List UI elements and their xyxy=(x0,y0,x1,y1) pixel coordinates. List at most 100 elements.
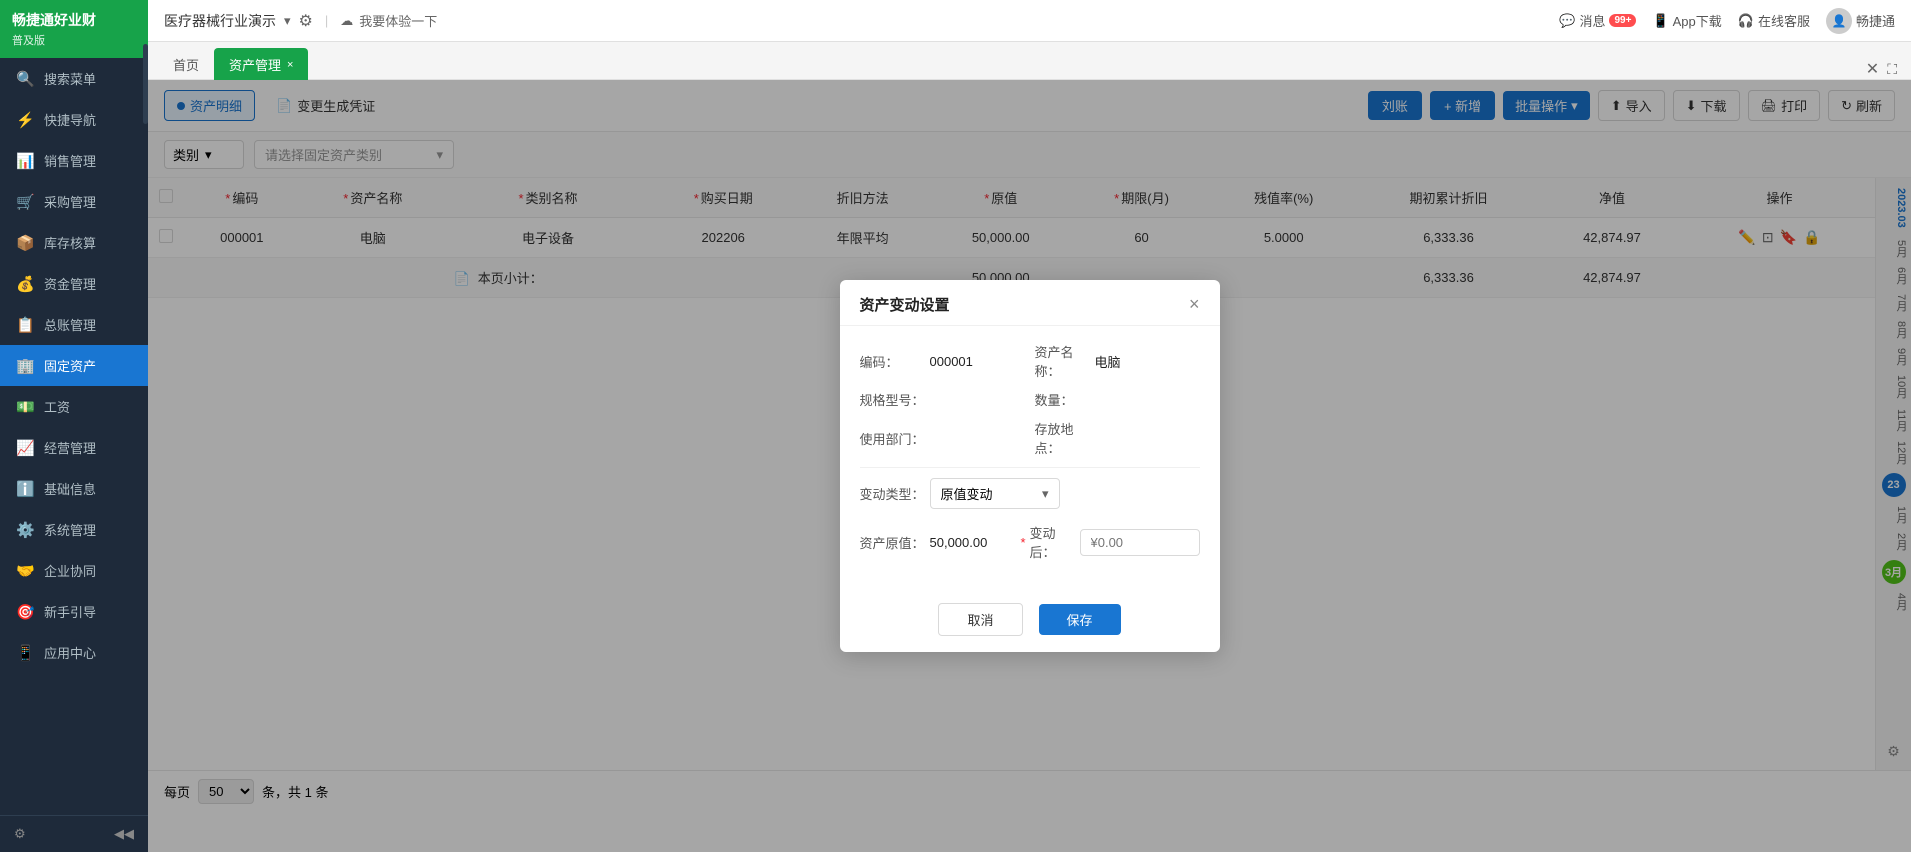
user-profile[interactable]: 👤 畅捷通 xyxy=(1826,8,1895,34)
tab-asset-management[interactable]: 资产管理 × xyxy=(214,48,308,80)
search-icon: 🔍 xyxy=(16,70,34,88)
tab-asset-label: 资产管理 xyxy=(229,55,281,74)
sidebar-item-label: 固定资产 xyxy=(44,356,96,375)
topbar-settings-icon[interactable]: ⚙ xyxy=(299,11,313,31)
sidebar-item-label: 系统管理 xyxy=(44,520,96,539)
messages-icon: 💬 xyxy=(1559,13,1575,29)
funds-icon: 💰 xyxy=(16,275,34,293)
modal-close-button[interactable]: × xyxy=(1189,294,1200,315)
sidebar-item-appstore[interactable]: 📱 应用中心 xyxy=(0,632,148,673)
modal-original-label: 资产原值： xyxy=(860,533,930,552)
required-mark: * xyxy=(1020,535,1025,550)
sidebar-item-system[interactable]: ⚙️ 系统管理 xyxy=(0,509,148,550)
modal-header: 资产变动设置 × xyxy=(840,280,1220,326)
guide-icon: 🎯 xyxy=(16,603,34,621)
sidebar-item-label: 快捷导航 xyxy=(44,110,96,129)
app-edition: 普及版 xyxy=(12,32,136,48)
online-service-button[interactable]: 🎧 在线客服 xyxy=(1738,11,1810,30)
company-dropdown-icon[interactable]: ▾ xyxy=(284,13,291,29)
cancel-button[interactable]: 取消 xyxy=(938,603,1022,636)
system-icon: ⚙️ xyxy=(16,521,34,539)
modal-title: 资产变动设置 xyxy=(860,294,950,315)
sidebar-item-label: 销售管理 xyxy=(44,151,96,170)
change-type-select[interactable]: 原值变动 ▾ xyxy=(930,478,1060,509)
wages-icon: 💵 xyxy=(16,398,34,416)
save-button[interactable]: 保存 xyxy=(1039,604,1121,635)
sidebar-item-label: 资金管理 xyxy=(44,274,96,293)
modal-spec-label: 规格型号： xyxy=(860,390,930,409)
change-type-value: 原值变动 xyxy=(941,484,993,503)
modal-loc-label: 存放地点： xyxy=(1035,419,1095,457)
sidebar-item-guide[interactable]: 🎯 新手引导 xyxy=(0,591,148,632)
sidebar-item-label: 企业协同 xyxy=(44,561,96,580)
window-close-button[interactable]: ✕ xyxy=(1866,59,1879,79)
topbar: 医疗器械行业演示 ▾ ⚙ | ☁ 我要体验一下 💬 消息 99+ 📱 App下载… xyxy=(148,0,1911,42)
app-name: 畅捷通好业财 xyxy=(12,10,136,30)
change-type-dropdown-icon: ▾ xyxy=(1042,486,1049,502)
topbar-right: 💬 消息 99+ 📱 App下载 🎧 在线客服 👤 畅捷通 xyxy=(1559,8,1895,34)
settings-icon[interactable]: ⚙ xyxy=(14,826,26,842)
tabbar: 首页 资产管理 × ✕ ⛶ xyxy=(148,42,1911,80)
window-maximize-button[interactable]: ⛶ xyxy=(1887,61,1897,78)
collapse-icon[interactable]: ◀◀ xyxy=(114,826,134,842)
modal-after-label: 变动后： xyxy=(1030,523,1080,561)
modal-divider xyxy=(860,467,1200,468)
sidebar-item-quicknav[interactable]: ⚡ 快捷导航 xyxy=(0,99,148,140)
content-area: 资产明细 📄 变更生成凭证 刘账 + 新增 批量操作 ▾ ⬆ xyxy=(148,80,1911,852)
user-avatar: 👤 xyxy=(1826,8,1852,34)
sidebar-item-collab[interactable]: 🤝 企业协同 xyxy=(0,550,148,591)
company-title: 医疗器械行业演示 xyxy=(164,11,276,31)
sidebar-item-label: 应用中心 xyxy=(44,643,96,662)
modal-code-label: 编码： xyxy=(860,352,930,371)
sidebar-item-wages[interactable]: 💵 工资 xyxy=(0,386,148,427)
modal-body: 编码： 000001 资产名称： 电脑 规格型号： 数量： 使用部门： xyxy=(840,326,1220,591)
ledger-icon: 📋 xyxy=(16,316,34,334)
asset-change-modal: 资产变动设置 × 编码： 000001 资产名称： 电脑 规格型号： xyxy=(840,280,1220,652)
inventory-icon: 📦 xyxy=(16,234,34,252)
appstore-icon: 📱 xyxy=(16,644,34,662)
modal-after-input[interactable] xyxy=(1080,529,1200,556)
modal-code-value: 000001 xyxy=(930,354,1035,369)
service-icon: 🎧 xyxy=(1738,13,1754,29)
basics-icon: ℹ️ xyxy=(16,480,34,498)
sidebar-item-label: 工资 xyxy=(44,397,70,416)
modal-change-type-label: 变动类型： xyxy=(860,484,930,503)
sidebar-item-basics[interactable]: ℹ️ 基础信息 xyxy=(0,468,148,509)
tab-home[interactable]: 首页 xyxy=(158,48,214,80)
modal-dept-label: 使用部门： xyxy=(860,429,930,448)
sidebar-item-sales[interactable]: 📊 销售管理 xyxy=(0,140,148,181)
sidebar-item-funds[interactable]: 💰 资金管理 xyxy=(0,263,148,304)
modal-original-row: 资产原值： 50,000.00 * 变动后： xyxy=(860,523,1200,561)
messages-badge: 99+ xyxy=(1609,14,1636,27)
sidebar-item-label: 总账管理 xyxy=(44,315,96,334)
modal-name-label: 资产名称： xyxy=(1035,342,1095,380)
sidebar-item-assets[interactable]: 🏢 固定资产 xyxy=(0,345,148,386)
main-area: 医疗器械行业演示 ▾ ⚙ | ☁ 我要体验一下 💬 消息 99+ 📱 App下载… xyxy=(148,0,1911,852)
download-icon: 📱 xyxy=(1652,13,1668,29)
tab-home-label: 首页 xyxy=(173,55,199,74)
operations-icon: 📈 xyxy=(16,439,34,457)
sidebar-item-ledger[interactable]: 📋 总账管理 xyxy=(0,304,148,345)
modal-row-dept-loc: 使用部门： 存放地点： xyxy=(860,419,1200,457)
sidebar-item-search[interactable]: 🔍 搜索菜单 xyxy=(0,58,148,99)
modal-change-type-row: 变动类型： 原值变动 ▾ xyxy=(860,478,1200,509)
modal-original-value: 50,000.00 xyxy=(930,535,1021,550)
quicknav-icon: ⚡ xyxy=(16,111,34,129)
sidebar-item-label: 经营管理 xyxy=(44,438,96,457)
sales-icon: 📊 xyxy=(16,152,34,170)
collab-icon: 🤝 xyxy=(16,562,34,580)
modal-footer: 取消 保存 xyxy=(840,591,1220,652)
sidebar-item-operations[interactable]: 📈 经营管理 xyxy=(0,427,148,468)
modal-qty-label: 数量： xyxy=(1035,390,1095,409)
topbar-left: 医疗器械行业演示 ▾ ⚙ | ☁ 我要体验一下 xyxy=(164,11,437,31)
messages-button[interactable]: 💬 消息 99+ xyxy=(1559,11,1636,30)
app-download-button[interactable]: 📱 App下载 xyxy=(1652,11,1721,30)
modal-name-value: 电脑 xyxy=(1095,352,1200,371)
sidebar: 畅捷通好业财 普及版 🔍 搜索菜单 ⚡ 快捷导航 📊 销售管理 🛒 采购管理 📦… xyxy=(0,0,148,852)
sidebar-item-purchase[interactable]: 🛒 采购管理 xyxy=(0,181,148,222)
sidebar-item-inventory[interactable]: 📦 库存核算 xyxy=(0,222,148,263)
tab-close-icon[interactable]: × xyxy=(287,59,293,71)
sidebar-item-label: 搜索菜单 xyxy=(44,69,96,88)
sidebar-item-label: 新手引导 xyxy=(44,602,96,621)
sidebar-footer: ⚙ ◀◀ xyxy=(0,815,148,852)
